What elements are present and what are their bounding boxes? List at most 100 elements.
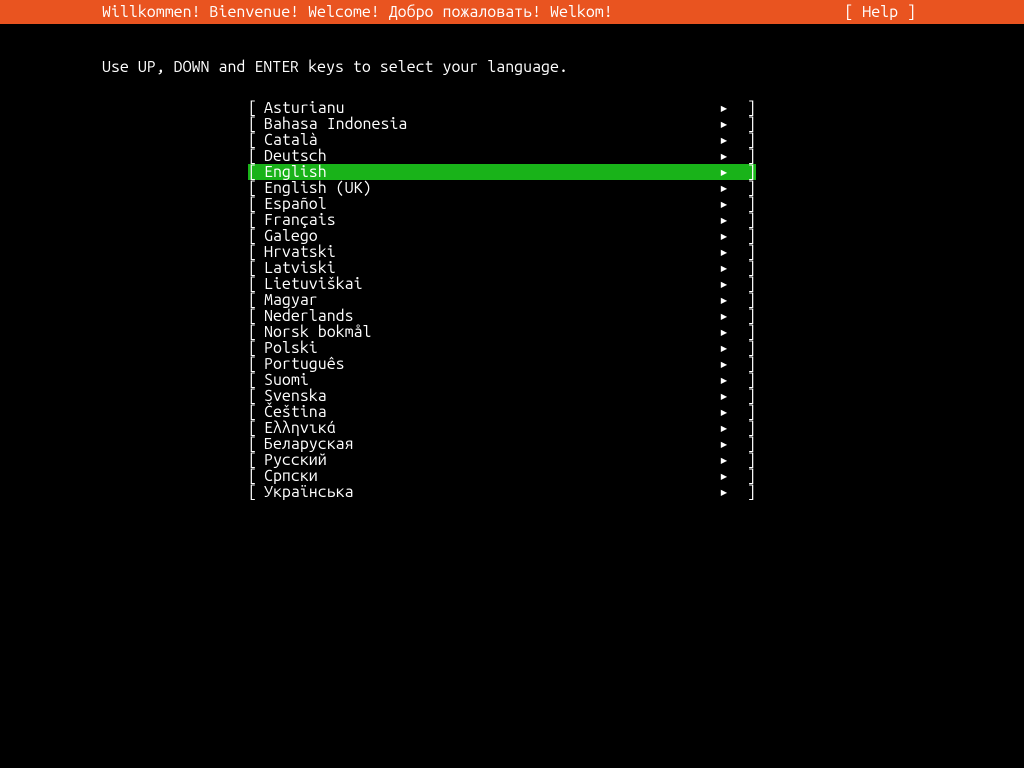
language-label: English (UK)	[264, 180, 716, 196]
language-item[interactable]: [ Čeština▸ ]	[248, 404, 756, 420]
chevron-right-icon: ▸	[716, 260, 732, 276]
bracket-open: [	[248, 436, 264, 452]
header-bar: Willkommen! Bienvenue! Welcome! Добро по…	[0, 0, 1024, 24]
chevron-right-icon: ▸	[716, 436, 732, 452]
bracket-close: ]	[732, 420, 756, 436]
language-item[interactable]: [ Русский▸ ]	[248, 452, 756, 468]
language-item[interactable]: [ Español▸ ]	[248, 196, 756, 212]
chevron-right-icon: ▸	[716, 372, 732, 388]
language-item[interactable]: [ English▸ ]	[248, 164, 756, 180]
bracket-close: ]	[732, 260, 756, 276]
language-item[interactable]: [ Galego▸ ]	[248, 228, 756, 244]
language-label: Čeština	[264, 404, 716, 420]
chevron-right-icon: ▸	[716, 228, 732, 244]
chevron-right-icon: ▸	[716, 244, 732, 260]
language-item[interactable]: [ Lietuviškai▸ ]	[248, 276, 756, 292]
language-label: Lietuviškai	[264, 276, 716, 292]
chevron-right-icon: ▸	[716, 100, 732, 116]
language-item[interactable]: [ Latviski▸ ]	[248, 260, 756, 276]
bracket-open: [	[248, 212, 264, 228]
language-label: Asturianu	[264, 100, 716, 116]
bracket-close: ]	[732, 452, 756, 468]
bracket-open: [	[248, 148, 264, 164]
bracket-close: ]	[732, 212, 756, 228]
language-label: Bahasa Indonesia	[264, 116, 716, 132]
bracket-close: ]	[732, 164, 756, 180]
bracket-open: [	[248, 452, 264, 468]
bracket-open: [	[248, 100, 264, 116]
chevron-right-icon: ▸	[716, 180, 732, 196]
chevron-right-icon: ▸	[716, 292, 732, 308]
language-item[interactable]: [ Português▸ ]	[248, 356, 756, 372]
language-item[interactable]: [ Polski▸ ]	[248, 340, 756, 356]
language-label: Català	[264, 132, 716, 148]
chevron-right-icon: ▸	[716, 212, 732, 228]
bracket-close: ]	[732, 340, 756, 356]
bracket-open: [	[248, 484, 264, 500]
language-item[interactable]: [ Svenska▸ ]	[248, 388, 756, 404]
language-item[interactable]: [ English (UK)▸ ]	[248, 180, 756, 196]
bracket-open: [	[248, 468, 264, 484]
bracket-close: ]	[732, 404, 756, 420]
bracket-close: ]	[732, 228, 756, 244]
language-label: Polski	[264, 340, 716, 356]
bracket-close: ]	[732, 308, 756, 324]
language-label: Norsk bokmål	[264, 324, 716, 340]
language-label: Українська	[264, 484, 716, 500]
chevron-right-icon: ▸	[716, 276, 732, 292]
help-button[interactable]: [ Help ]	[844, 3, 1016, 21]
language-item[interactable]: [ Bahasa Indonesia▸ ]	[248, 116, 756, 132]
language-label: Deutsch	[264, 148, 716, 164]
bracket-close: ]	[732, 100, 756, 116]
bracket-open: [	[248, 132, 264, 148]
language-item[interactable]: [ Français▸ ]	[248, 212, 756, 228]
bracket-close: ]	[732, 484, 756, 500]
bracket-close: ]	[732, 276, 756, 292]
language-item[interactable]: [ Norsk bokmål▸ ]	[248, 324, 756, 340]
language-label: Português	[264, 356, 716, 372]
language-label: Nederlands	[264, 308, 716, 324]
language-item[interactable]: [ Hrvatski▸ ]	[248, 244, 756, 260]
language-label: Magyar	[264, 292, 716, 308]
bracket-open: [	[248, 228, 264, 244]
language-item[interactable]: [ Українська▸ ]	[248, 484, 756, 500]
language-item[interactable]: [ Suomi▸ ]	[248, 372, 756, 388]
language-item[interactable]: [ Magyar▸ ]	[248, 292, 756, 308]
bracket-open: [	[248, 404, 264, 420]
chevron-right-icon: ▸	[716, 452, 732, 468]
bracket-close: ]	[732, 324, 756, 340]
language-item[interactable]: [ Asturianu▸ ]	[248, 100, 756, 116]
language-item[interactable]: [ Català▸ ]	[248, 132, 756, 148]
language-label: Français	[264, 212, 716, 228]
language-item[interactable]: [ Српски▸ ]	[248, 468, 756, 484]
language-item[interactable]: [ Deutsch▸ ]	[248, 148, 756, 164]
bracket-close: ]	[732, 180, 756, 196]
language-list: [ Asturianu▸ ][ Bahasa Indonesia▸ ][ Cat…	[248, 100, 756, 500]
language-label: Galego	[264, 228, 716, 244]
bracket-open: [	[248, 276, 264, 292]
language-item[interactable]: [ Nederlands▸ ]	[248, 308, 756, 324]
bracket-open: [	[248, 420, 264, 436]
bracket-open: [	[248, 372, 264, 388]
bracket-open: [	[248, 260, 264, 276]
bracket-open: [	[248, 340, 264, 356]
language-label: Беларуская	[264, 436, 716, 452]
language-label: Español	[264, 196, 716, 212]
chevron-right-icon: ▸	[716, 468, 732, 484]
bracket-open: [	[248, 244, 264, 260]
language-label: Latviski	[264, 260, 716, 276]
bracket-open: [	[248, 324, 264, 340]
bracket-close: ]	[732, 372, 756, 388]
bracket-open: [	[248, 292, 264, 308]
chevron-right-icon: ▸	[716, 148, 732, 164]
bracket-close: ]	[732, 468, 756, 484]
bracket-open: [	[248, 180, 264, 196]
language-item[interactable]: [ Беларуская▸ ]	[248, 436, 756, 452]
chevron-right-icon: ▸	[716, 132, 732, 148]
language-item[interactable]: [ Ελληνικά▸ ]	[248, 420, 756, 436]
bracket-open: [	[248, 164, 264, 180]
bracket-open: [	[248, 196, 264, 212]
bracket-open: [	[248, 116, 264, 132]
bracket-close: ]	[732, 436, 756, 452]
bracket-open: [	[248, 356, 264, 372]
